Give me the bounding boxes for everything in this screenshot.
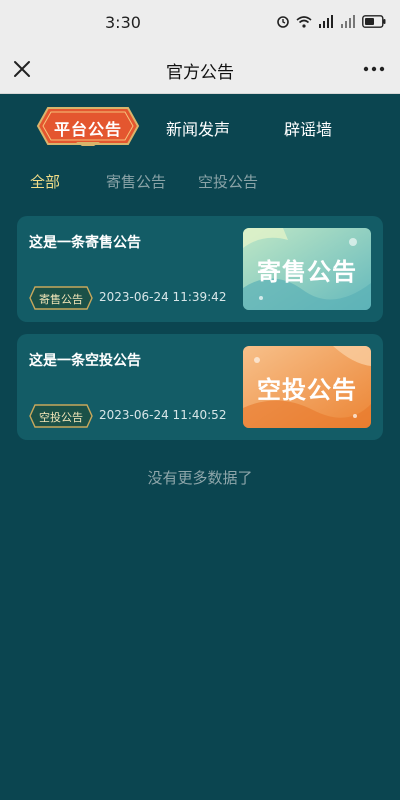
card-thumbnail: 空投公告: [243, 346, 371, 428]
header: 官方公告: [0, 44, 400, 94]
signal-icon: [341, 14, 355, 28]
card-thumbnail: 寄售公告: [243, 228, 371, 310]
card-badge: 寄售公告: [29, 286, 93, 310]
sub-tab-airdrop[interactable]: 空投公告: [198, 171, 258, 192]
thumbnail-text: 寄售公告: [257, 258, 357, 286]
top-tabs: 平台公告 新闻发声 辟谣墙: [0, 106, 400, 150]
announcement-card[interactable]: 这是一条寄售公告 寄售公告 2023-06-24 11:39:42 寄售公告: [17, 216, 383, 322]
status-icons: [276, 14, 386, 28]
announcement-card[interactable]: 这是一条空投公告 空投公告 2023-06-24 11:40:52 空投公告: [17, 334, 383, 440]
sub-tabs: 全部 寄售公告 空投公告: [0, 168, 400, 194]
tab-label: 平台公告: [53, 120, 122, 139]
badge-label: 空投公告: [39, 411, 83, 424]
card-title: 这是一条寄售公告: [29, 235, 141, 251]
card-time: 2023-06-24 11:40:52: [99, 408, 227, 422]
wifi-icon: [296, 15, 312, 28]
card-time: 2023-06-24 11:39:42: [99, 290, 227, 304]
card-badge: 空投公告: [29, 404, 93, 428]
status-time: 3:30: [105, 13, 141, 32]
more-icon[interactable]: [362, 62, 386, 76]
alarm-icon: [277, 16, 289, 28]
sub-tab-all[interactable]: 全部: [30, 171, 60, 192]
card-title: 这是一条空投公告: [29, 353, 141, 369]
no-more-data-text: 没有更多数据了: [147, 469, 253, 487]
signal-icon: [319, 14, 333, 28]
tab-platform-announcement[interactable]: 平台公告: [36, 106, 140, 146]
battery-icon: [362, 14, 386, 28]
page-title: 官方公告: [166, 63, 234, 83]
tab-news[interactable]: 新闻发声: [166, 116, 230, 140]
sub-tab-consignment[interactable]: 寄售公告: [106, 171, 166, 192]
badge-label: 寄售公告: [39, 293, 83, 306]
thumbnail-text: 空投公告: [257, 376, 357, 404]
tab-rumor-wall[interactable]: 辟谣墙: [284, 116, 332, 140]
status-bar: 3:30: [0, 0, 400, 44]
